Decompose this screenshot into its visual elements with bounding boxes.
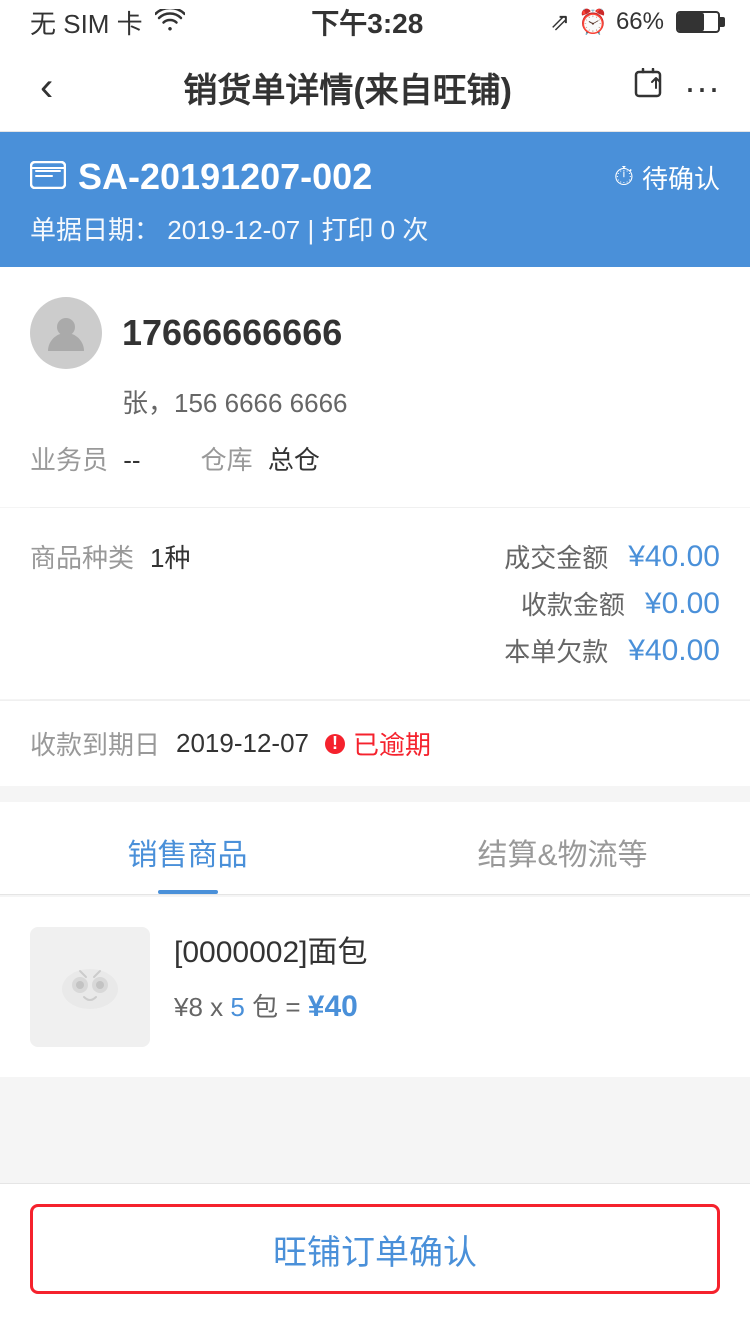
customer-name: 张，156 6666 6666 bbox=[30, 383, 720, 420]
customer-meta: 业务员 -- 仓库 总仓 bbox=[30, 440, 720, 477]
battery-percent: 66% bbox=[616, 8, 664, 36]
tab-settlement[interactable]: 结算&物流等 bbox=[375, 802, 750, 894]
wifi-icon bbox=[155, 7, 185, 38]
owed-row: 本单欠款 ¥40.00 bbox=[504, 632, 720, 669]
confirm-order-button[interactable]: 旺铺订单确认 bbox=[30, 1204, 720, 1294]
product-info: [0000002]面包 ¥8 x 5 包 = ¥40 bbox=[174, 927, 720, 1024]
overdue-icon: ! bbox=[325, 734, 345, 754]
salesman-field: 业务员 -- bbox=[30, 440, 141, 477]
customer-card: 17666666666 张，156 6666 6666 业务员 -- 仓库 总仓 bbox=[0, 267, 750, 507]
summary-card: 商品种类 1种 成交金额 ¥40.00 收款金额 ¥0.00 本单欠款 ¥40.… bbox=[0, 508, 750, 699]
time-display: 下午3:28 bbox=[311, 2, 423, 42]
product-thumbnail bbox=[30, 927, 150, 1047]
due-date-card: 收款到期日 2019-12-07 ! 已逾期 bbox=[0, 700, 750, 786]
received-row: 收款金额 ¥0.00 bbox=[521, 585, 720, 622]
product-list: [0000002]面包 ¥8 x 5 包 = ¥40 bbox=[0, 897, 750, 1078]
amount-summary: 成交金额 ¥40.00 收款金额 ¥0.00 本单欠款 ¥40.00 bbox=[504, 538, 720, 669]
product-price: ¥8 x 5 包 = ¥40 bbox=[174, 987, 720, 1024]
nav-actions: ··· bbox=[632, 67, 720, 109]
back-button[interactable]: ‹ bbox=[30, 55, 63, 120]
order-header: SA-20191207-002 ⏱ 待确认 单据日期： 2019-12-07 |… bbox=[0, 132, 750, 267]
location-icon: ⇗ bbox=[550, 8, 570, 37]
status-bar: 无 SIM 卡 下午3:28 ⇗ ⏰ 66% bbox=[0, 0, 750, 44]
more-button[interactable]: ··· bbox=[684, 67, 720, 109]
order-id: SA-20191207-002 bbox=[30, 156, 372, 198]
nav-bar: ‹ 销货单详情(来自旺铺) ··· bbox=[0, 44, 750, 132]
customer-avatar bbox=[30, 297, 102, 369]
bottom-bar: 旺铺订单确认 bbox=[0, 1183, 750, 1334]
order-status: ⏱ 待确认 bbox=[614, 159, 720, 196]
alarm-icon: ⏰ bbox=[578, 8, 608, 37]
tab-products[interactable]: 销售商品 bbox=[0, 802, 375, 894]
status-left: 无 SIM 卡 bbox=[30, 4, 185, 41]
clock-icon: ⏱ bbox=[614, 161, 634, 193]
battery-icon bbox=[676, 11, 720, 33]
order-icon bbox=[30, 156, 66, 198]
carrier-text: 无 SIM 卡 bbox=[30, 4, 143, 41]
deal-amount-row: 成交金额 ¥40.00 bbox=[504, 538, 720, 575]
product-type: 商品种类 1种 bbox=[30, 538, 190, 575]
status-right: ⇗ ⏰ 66% bbox=[550, 8, 720, 37]
customer-phone: 17666666666 bbox=[122, 312, 342, 354]
tabs-container: 销售商品 结算&物流等 bbox=[0, 802, 750, 895]
table-row: [0000002]面包 ¥8 x 5 包 = ¥40 bbox=[0, 897, 750, 1078]
product-name: [0000002]面包 bbox=[174, 927, 720, 971]
overdue-badge: ! 已逾期 bbox=[325, 725, 431, 762]
page-title: 销货单详情(来自旺铺) bbox=[183, 63, 512, 112]
warehouse-field: 仓库 总仓 bbox=[201, 440, 320, 477]
order-date: 单据日期： 2019-12-07 | 打印 0 次 bbox=[30, 210, 720, 247]
share-button[interactable] bbox=[632, 67, 664, 109]
section-divider bbox=[0, 786, 750, 802]
